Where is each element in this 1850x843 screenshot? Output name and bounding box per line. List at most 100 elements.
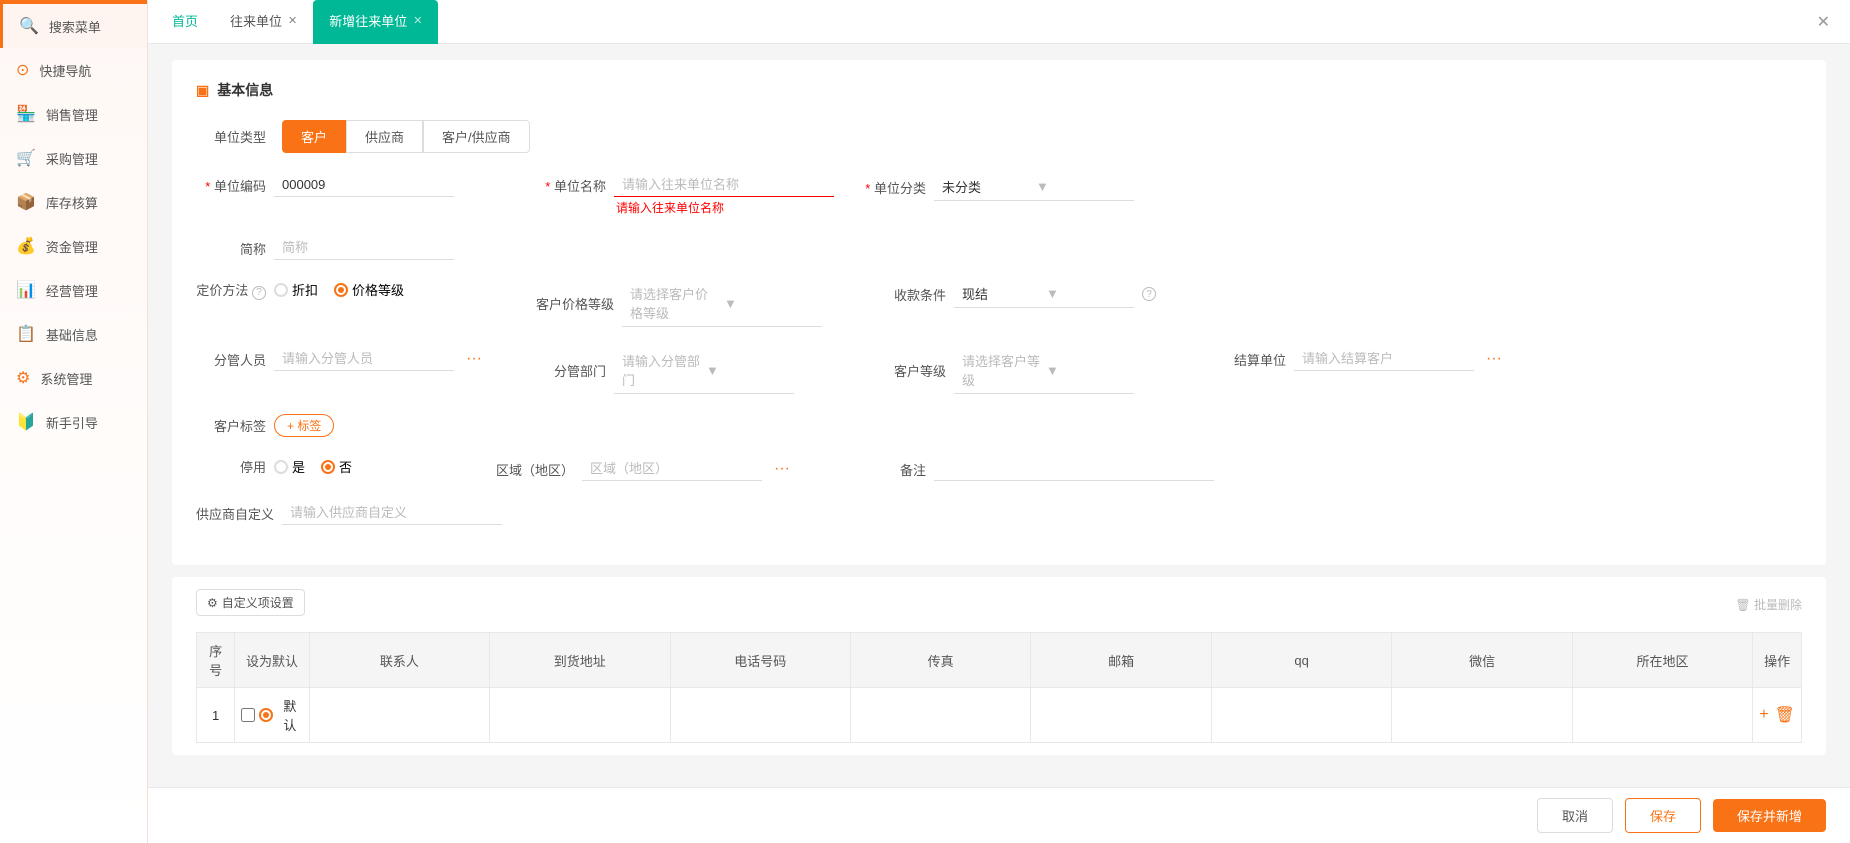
short-name-field: 简称 bbox=[196, 236, 536, 260]
remark-input[interactable] bbox=[934, 457, 1214, 481]
sidebar-item-label: 资金管理 bbox=[46, 237, 98, 256]
department-placeholder: 请输入分管部门 bbox=[622, 351, 702, 389]
payment-info-icon[interactable]: ? bbox=[1142, 287, 1156, 301]
sidebar-item-label: 系统管理 bbox=[40, 369, 92, 388]
region-more-button[interactable]: ··· bbox=[770, 460, 794, 478]
cell-email[interactable] bbox=[1031, 688, 1211, 743]
phone-input[interactable] bbox=[677, 708, 844, 723]
disabled-field: 停用 是 否 bbox=[196, 457, 496, 476]
tab-partner-close[interactable]: ✕ bbox=[288, 14, 297, 27]
sidebar-item-label: 销售管理 bbox=[46, 105, 98, 124]
department-select[interactable]: 请输入分管部门 ▼ bbox=[614, 347, 794, 394]
unit-name-input[interactable] bbox=[614, 173, 834, 197]
cell-fax[interactable] bbox=[850, 688, 1030, 743]
tab-partner[interactable]: 往来单位 ✕ bbox=[214, 0, 313, 44]
section-title-text: 基本信息 bbox=[217, 80, 273, 100]
unit-category-select[interactable]: 未分类 ▼ bbox=[934, 173, 1134, 201]
batch-delete-button[interactable]: 🗑 批量删除 bbox=[1735, 596, 1802, 613]
tab-new-partner[interactable]: 新增往来单位 ✕ bbox=[313, 0, 438, 44]
col-action: 操作 bbox=[1753, 633, 1802, 688]
settlement-more-button[interactable]: ··· bbox=[1482, 350, 1506, 368]
type-btn-customer[interactable]: 客户 bbox=[282, 120, 346, 153]
radio-no[interactable]: 否 bbox=[321, 457, 352, 476]
region-field: 区域（地区） ··· bbox=[496, 457, 856, 481]
payment-condition-select[interactable]: 现结 ▼ bbox=[954, 280, 1134, 308]
radio-price-level[interactable]: 价格等级 bbox=[334, 280, 404, 299]
type-btn-both[interactable]: 客户/供应商 bbox=[423, 120, 530, 153]
sidebar-item-label: 经营管理 bbox=[46, 281, 98, 300]
table-row: 1 默认 bbox=[197, 688, 1802, 743]
sidebar-item-basic-info[interactable]: 📋 基础信息 bbox=[0, 312, 147, 356]
radio-yes[interactable]: 是 bbox=[274, 457, 305, 476]
save-new-button[interactable]: 保存并新增 bbox=[1713, 799, 1826, 832]
sidebar-item-search[interactable]: 🔍 搜索菜单 bbox=[0, 4, 147, 48]
section-title-icon: ▣ bbox=[196, 82, 209, 99]
tab-home[interactable]: 首页 bbox=[156, 0, 214, 44]
sidebar-item-purchase[interactable]: 🛒 采购管理 bbox=[0, 136, 147, 180]
sidebar-item-sales[interactable]: 🏪 销售管理 bbox=[0, 92, 147, 136]
cell-phone[interactable] bbox=[670, 688, 850, 743]
finance-icon: 💰 bbox=[16, 236, 36, 256]
search-icon: 🔍 bbox=[19, 16, 39, 36]
settlement-unit-input[interactable] bbox=[1294, 347, 1474, 371]
cell-contact[interactable] bbox=[309, 688, 489, 743]
tab-home-label: 首页 bbox=[172, 11, 198, 30]
col-contact: 联系人 bbox=[309, 633, 489, 688]
add-row-button[interactable]: + bbox=[1759, 706, 1768, 724]
unit-code-field: * 单位编码 bbox=[196, 173, 536, 197]
sidebar-item-finance[interactable]: 💰 资金管理 bbox=[0, 224, 147, 268]
customer-level-select[interactable]: 请选择客户等级 ▼ bbox=[954, 347, 1134, 394]
wechat-input[interactable] bbox=[1398, 708, 1565, 723]
cancel-button[interactable]: 取消 bbox=[1537, 798, 1613, 833]
pricing-info-icon[interactable]: ? bbox=[252, 286, 266, 300]
col-qq: qq bbox=[1211, 633, 1392, 688]
email-input[interactable] bbox=[1037, 708, 1204, 723]
row-checkbox[interactable] bbox=[241, 708, 255, 722]
sidebar-item-quick-nav[interactable]: ⊙ 快捷导航 bbox=[0, 48, 147, 92]
sidebar-item-inventory[interactable]: 📦 库存核算 bbox=[0, 180, 147, 224]
fax-input[interactable] bbox=[857, 708, 1024, 723]
unit-name-input-wrap bbox=[614, 173, 834, 197]
supplier-custom-row: 供应商自定义 bbox=[196, 501, 1802, 525]
type-btn-supplier[interactable]: 供应商 bbox=[346, 120, 423, 153]
disabled-label: 停用 bbox=[196, 457, 266, 476]
sales-icon: 🏪 bbox=[16, 104, 36, 124]
qq-input[interactable] bbox=[1218, 708, 1386, 723]
manager-more-button[interactable]: ··· bbox=[462, 350, 486, 368]
cell-wechat[interactable] bbox=[1392, 688, 1572, 743]
tab-new-partner-close[interactable]: ✕ bbox=[413, 14, 422, 27]
tab-partner-label: 往来单位 bbox=[230, 11, 282, 30]
sidebar-item-guide[interactable]: 🔰 新手引导 bbox=[0, 400, 147, 444]
tab-new-partner-label: 新增往来单位 bbox=[329, 11, 407, 30]
add-tag-button[interactable]: + 标签 bbox=[274, 414, 334, 437]
short-name-input[interactable] bbox=[274, 236, 454, 260]
sidebar-item-label: 搜索菜单 bbox=[49, 17, 101, 36]
cell-qq[interactable] bbox=[1211, 688, 1392, 743]
payment-condition-label: 收款条件 bbox=[876, 285, 946, 304]
radio-yes-circle bbox=[274, 460, 288, 474]
row-region-input[interactable] bbox=[1579, 708, 1746, 723]
cell-action: + 🗑 bbox=[1753, 688, 1802, 743]
customer-price-level-select[interactable]: 请选择客户价格等级 ▼ bbox=[622, 280, 822, 327]
window-close-button[interactable]: ✕ bbox=[1805, 12, 1842, 32]
custom-setting-button[interactable]: ⚙ 自定义项设置 bbox=[196, 589, 305, 616]
col-wechat: 微信 bbox=[1392, 633, 1572, 688]
radio-discount[interactable]: 折扣 bbox=[274, 280, 318, 299]
supplier-custom-input[interactable] bbox=[282, 501, 502, 525]
contact-input[interactable] bbox=[316, 708, 483, 723]
manager-input[interactable] bbox=[274, 347, 454, 371]
cell-address[interactable] bbox=[490, 688, 670, 743]
sidebar-item-label: 基础信息 bbox=[46, 325, 98, 344]
customer-tag-row: 客户标签 + 标签 bbox=[196, 414, 1802, 437]
cell-region[interactable] bbox=[1572, 688, 1752, 743]
sidebar-item-operations[interactable]: 📊 经营管理 bbox=[0, 268, 147, 312]
sidebar-item-system[interactable]: ⚙ 系统管理 bbox=[0, 356, 147, 400]
delete-row-button[interactable]: 🗑 bbox=[1775, 705, 1795, 725]
address-input[interactable] bbox=[496, 708, 663, 723]
region-label: 区域（地区） bbox=[496, 460, 574, 479]
region-input[interactable] bbox=[582, 457, 762, 481]
default-radio[interactable]: 默认 bbox=[259, 696, 303, 734]
unit-code-input[interactable] bbox=[274, 173, 454, 197]
unit-name-error: 请输入往来单位名称 bbox=[616, 199, 724, 216]
save-button[interactable]: 保存 bbox=[1625, 798, 1701, 833]
